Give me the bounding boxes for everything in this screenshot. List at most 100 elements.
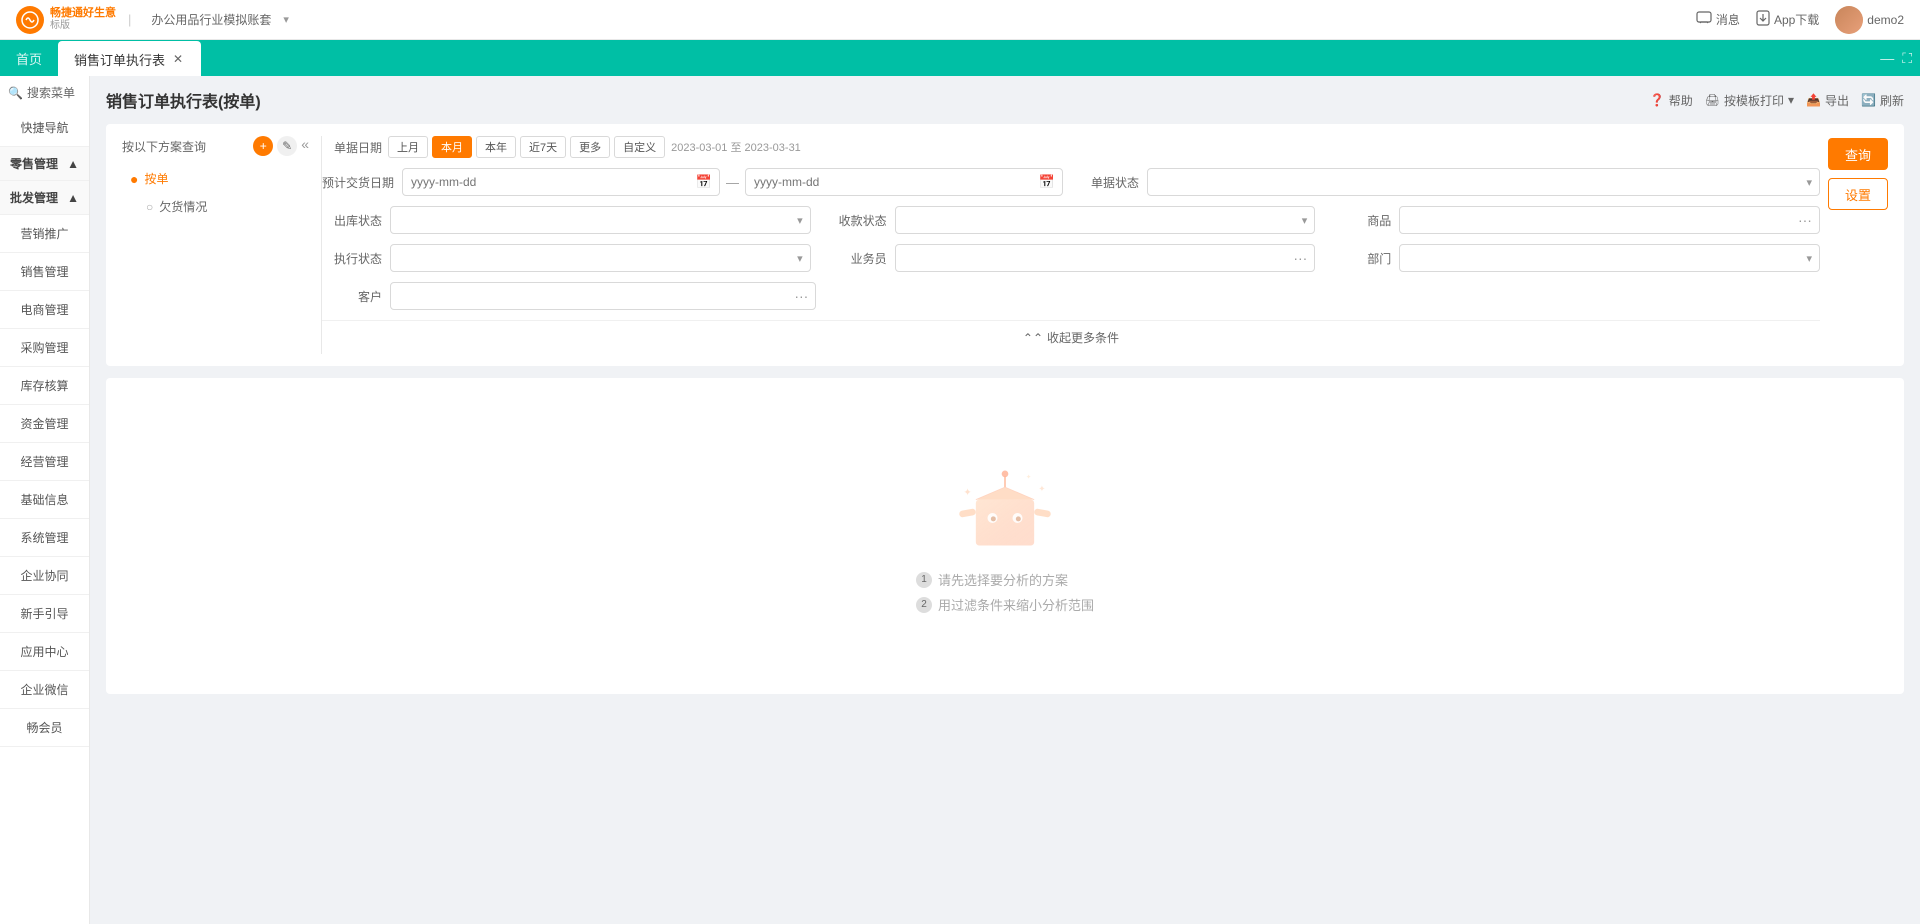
filter-left-icons: + ✎ « <box>253 136 309 156</box>
sidebar-item-finance[interactable]: 资金管理 <box>0 405 89 443</box>
app-download-icon <box>1756 10 1770 29</box>
print-icon: 🖨 <box>1705 93 1720 107</box>
maximize-icon[interactable]: ⛶ <box>1902 50 1912 67</box>
sidebar-item-purchase[interactable]: 采购管理 <box>0 329 89 367</box>
product-label: 商品 <box>1331 212 1391 229</box>
sidebar-section-wholesale[interactable]: 批发管理 ▲ <box>0 181 89 215</box>
exec-input[interactable] <box>390 244 811 272</box>
empty-state-tips: 1 请先选择要分析的方案 2 用过滤条件来缩小分析范围 <box>916 570 1094 614</box>
filter-field-product: 商品 ··· <box>1331 206 1820 234</box>
refresh-icon: 🔄 <box>1861 93 1876 107</box>
sidebar-item-ecommerce[interactable]: 电商管理 <box>0 291 89 329</box>
scheme-sub-arrears[interactable]: ○ 欠货情况 <box>122 193 309 220</box>
svg-text:✦: ✦ <box>1038 483 1045 493</box>
search-btn[interactable]: 查询 <box>1828 138 1888 170</box>
filter-scheme-panel: 按以下方案查询 + ✎ « ● 按单 ○ <box>122 136 322 354</box>
date-btn-this-year[interactable]: 本年 <box>476 136 516 158</box>
sidebar-item-quick-nav[interactable]: 零售管理 快捷导航 <box>0 109 89 147</box>
filter-row-3: 出库状态 ▾ 收款状态 <box>322 206 1820 234</box>
expected-date-to[interactable] <box>745 168 1063 196</box>
nav-dropdown-arrow[interactable]: ▾ <box>283 13 289 26</box>
sidebar-item-marketing[interactable]: 营销推广 <box>0 215 89 253</box>
app-download-btn[interactable]: App下载 <box>1756 10 1819 29</box>
filter-field-salesman: 业务员 ··· <box>827 244 1316 272</box>
date-btn-last7[interactable]: 近7天 <box>520 136 566 158</box>
filter-field-exec: 执行状态 ▾ <box>322 244 811 272</box>
date-range-text: 2023-03-01 至 2023-03-31 <box>671 139 801 155</box>
product-input-wrapper: ··· <box>1399 206 1820 234</box>
filter-field-expected-date: 预计交货日期 📅 — <box>322 168 1063 196</box>
scheme-item-by-order[interactable]: ● 按单 <box>122 164 309 193</box>
sidebar-section-retail[interactable]: 零售管理 ▲ <box>0 147 89 181</box>
sidebar-item-wechat[interactable]: 企业微信 <box>0 671 89 709</box>
page-title-bar: 销售订单执行表(按单) ❓ 帮助 🖨 按模板打印 ▾ 📤 导出 <box>106 88 1904 112</box>
customer-input[interactable] <box>390 282 816 310</box>
content-area: 销售订单执行表(按单) ❓ 帮助 🖨 按模板打印 ▾ 📤 导出 <box>90 76 1920 924</box>
date-btn-this-month[interactable]: 本月 <box>432 136 472 158</box>
help-btn[interactable]: ❓ 帮助 <box>1650 92 1693 109</box>
filter-field-date: 单据日期 上月 本月 本年 近7天 更多 自定义 <box>322 136 801 158</box>
filter-field-payment: 收款状态 ▾ <box>827 206 1316 234</box>
exec-input-wrapper: ▾ <box>390 244 811 272</box>
sidebar: 🔍 搜索菜单 零售管理 快捷导航 零售管理 ▲ 批发管理 ▲ 营销推广 销售管理… <box>0 76 90 924</box>
sidebar-item-inventory[interactable]: 库存核算 <box>0 367 89 405</box>
filter-panel: 按以下方案查询 + ✎ « ● 按单 ○ <box>106 124 1904 366</box>
minimize-icon[interactable]: — <box>1880 50 1894 66</box>
customer-input-wrapper: ··· <box>390 282 816 310</box>
order-status-input[interactable] <box>1147 168 1820 196</box>
tip-1-num: 1 <box>916 572 932 588</box>
empty-state-illustration: ✦ ✦ ✦ <box>955 458 1055 558</box>
sidebar-item-newuser[interactable]: 新手引导 <box>0 595 89 633</box>
expected-date-from[interactable] <box>402 168 720 196</box>
tab-sales-exec[interactable]: 销售订单执行表 ✕ <box>58 41 201 77</box>
refresh-btn[interactable]: 🔄 刷新 <box>1861 92 1904 109</box>
date-btn-more[interactable]: 更多 <box>570 136 610 158</box>
page-content: 销售订单执行表(按单) ❓ 帮助 🖨 按模板打印 ▾ 📤 导出 <box>90 76 1920 706</box>
sidebar-item-sales[interactable]: 销售管理 <box>0 253 89 291</box>
expected-date-to-wrapper: 📅 <box>745 168 1063 196</box>
exec-label: 执行状态 <box>322 250 382 267</box>
filter-field-order-status: 单据状态 ▾ <box>1079 168 1820 196</box>
settings-btn[interactable]: 设置 <box>1828 178 1888 210</box>
title-actions: ❓ 帮助 🖨 按模板打印 ▾ 📤 导出 🔄 刷新 <box>1650 92 1904 109</box>
message-btn[interactable]: 消息 <box>1696 11 1740 28</box>
wholesale-expand-icon: ▲ <box>67 191 79 205</box>
delivery-input-wrapper: ▾ <box>390 206 811 234</box>
collapse-scheme-btn[interactable]: « <box>301 136 309 156</box>
dept-input[interactable] <box>1399 244 1820 272</box>
filter-field-customer: 客户 ··· <box>322 282 816 310</box>
user-profile[interactable]: demo2 <box>1835 6 1904 34</box>
app-subtitle[interactable]: 办公用品行业模拟账套 <box>151 11 271 28</box>
tab-home[interactable]: 首页 <box>0 40 58 76</box>
date-btn-custom[interactable]: 自定义 <box>614 136 665 158</box>
collapse-more-btn[interactable]: ⌃⌃ 收起更多条件 <box>322 320 1820 354</box>
nav-tabs-bar: 首页 销售订单执行表 ✕ — ⛶ <box>0 40 1920 76</box>
add-scheme-btn[interactable]: + <box>253 136 273 156</box>
payment-input-wrapper: ▾ <box>895 206 1316 234</box>
filter-row-2: 预计交货日期 📅 — <box>322 168 1820 196</box>
svg-text:✦: ✦ <box>963 488 971 499</box>
payment-input[interactable] <box>895 206 1316 234</box>
sidebar-item-operations[interactable]: 经营管理 <box>0 443 89 481</box>
logo-area[interactable]: 畅捷通好生意 标版 <box>16 6 116 34</box>
tab-close-icon[interactable]: ✕ <box>171 50 185 68</box>
sidebar-item-system[interactable]: 系统管理 <box>0 519 89 557</box>
logo-text: 畅捷通好生意 标版 <box>50 7 116 32</box>
edit-scheme-btn[interactable]: ✎ <box>277 136 297 156</box>
delivery-input[interactable] <box>390 206 811 234</box>
date-btn-last-month[interactable]: 上月 <box>388 136 428 158</box>
scheme-active-icon: ● <box>130 171 138 187</box>
filter-scheme-title: 按以下方案查询 + ✎ « <box>122 136 309 156</box>
filter-right-content: 单据日期 上月 本月 本年 近7天 更多 自定义 <box>322 136 1888 354</box>
sidebar-item-basic[interactable]: 基础信息 <box>0 481 89 519</box>
salesman-input[interactable] <box>895 244 1316 272</box>
export-icon: 📤 <box>1806 93 1821 107</box>
export-btn[interactable]: 📤 导出 <box>1806 92 1849 109</box>
filter-field-delivery: 出库状态 ▾ <box>322 206 811 234</box>
sidebar-item-apps[interactable]: 应用中心 <box>0 633 89 671</box>
sidebar-search[interactable]: 🔍 搜索菜单 <box>0 76 89 109</box>
product-input[interactable] <box>1399 206 1820 234</box>
sidebar-item-member[interactable]: 畅会员 <box>0 709 89 747</box>
sidebar-item-enterprise[interactable]: 企业协同 <box>0 557 89 595</box>
print-btn[interactable]: 🖨 按模板打印 ▾ <box>1705 92 1794 109</box>
